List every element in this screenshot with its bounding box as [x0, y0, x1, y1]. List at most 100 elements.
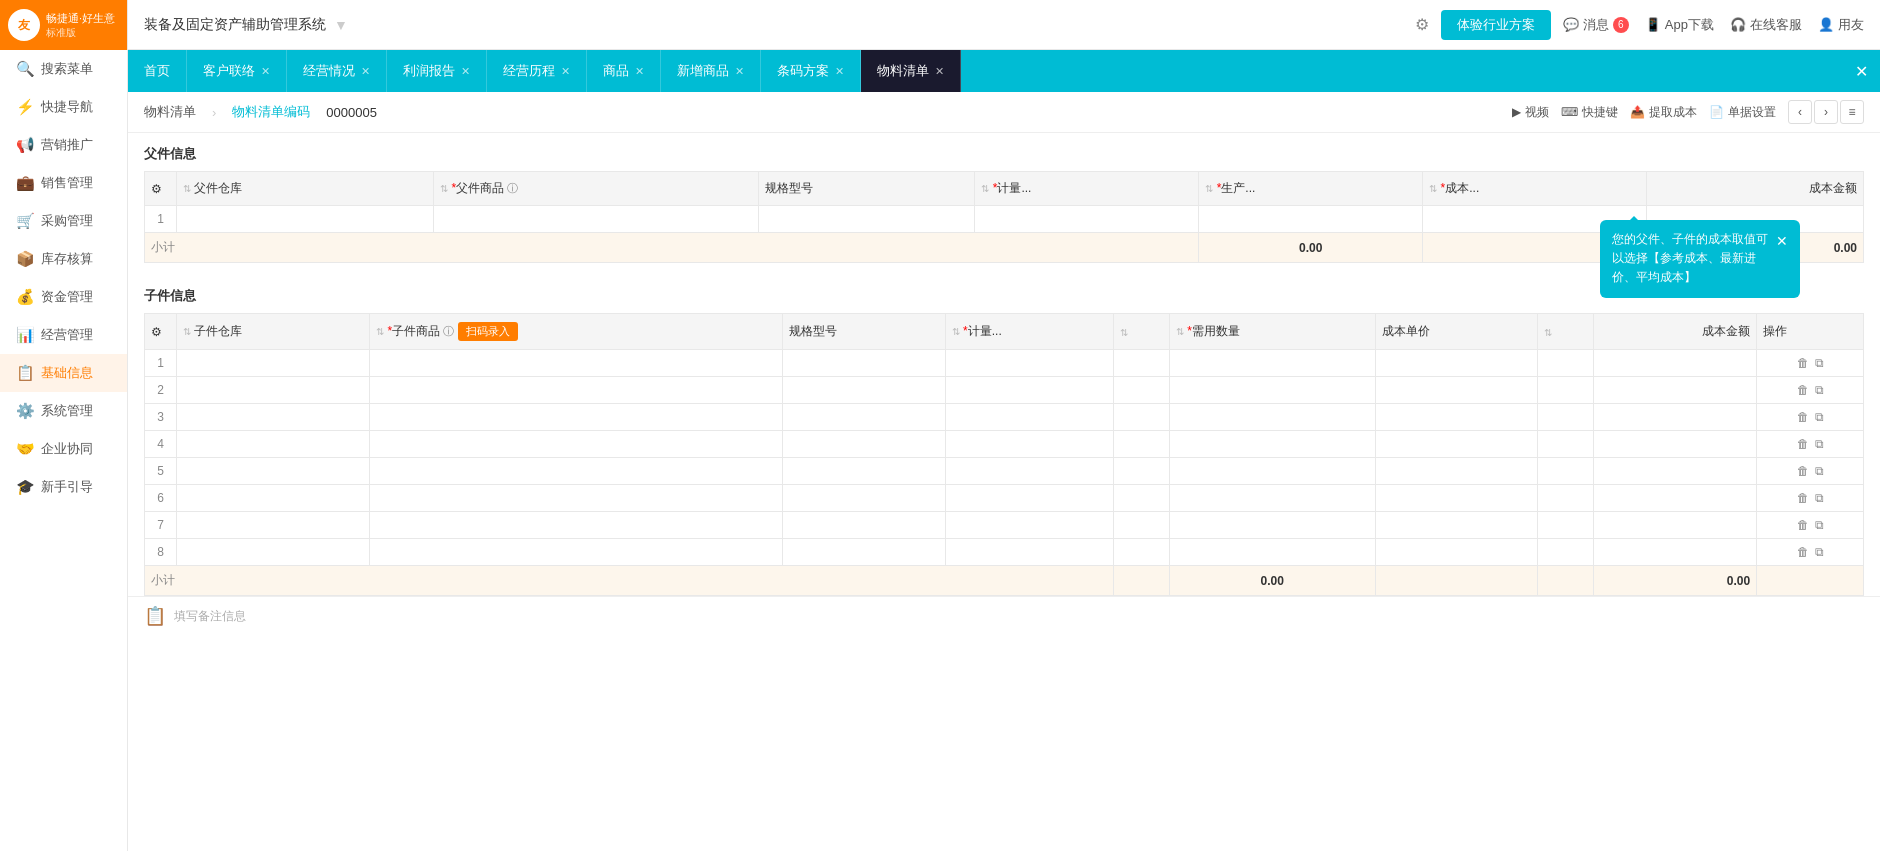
user-btn[interactable]: 👤 用友 [1818, 16, 1864, 34]
child-row-1: 1 🗑 ⧉ [145, 350, 1864, 377]
child-sort2-1[interactable] [1538, 350, 1594, 377]
child-goods-info-icon[interactable]: ⓘ [443, 325, 454, 337]
sidebar-item-inventory[interactable]: 📦 库存核算 [0, 240, 127, 278]
child-col-sort: ⇅ [1113, 314, 1169, 350]
copy-icon-4[interactable]: ⧉ [1815, 437, 1824, 451]
tab-barcode[interactable]: 条码方案 ✕ [761, 50, 861, 92]
sidebar-item-finance[interactable]: 💰 资金管理 [0, 278, 127, 316]
close-bom-tab[interactable]: ✕ [935, 65, 944, 78]
parent-unit-cell[interactable] [975, 206, 1199, 233]
parent-goods-info-icon[interactable]: ⓘ [507, 182, 518, 194]
note-placeholder[interactable]: 填写备注信息 [174, 608, 246, 625]
grid-view-btn[interactable]: ≡ [1840, 100, 1864, 124]
close-customer-tab[interactable]: ✕ [261, 65, 270, 78]
sidebar-item-system[interactable]: ⚙️ 系统管理 [0, 392, 127, 430]
close-profit-tab[interactable]: ✕ [461, 65, 470, 78]
child-col-gear[interactable]: ⚙ [145, 314, 177, 350]
child-warehouse-1[interactable] [177, 350, 370, 377]
view-video-btn[interactable]: ▶ 视频 [1512, 104, 1549, 121]
online-service-btn[interactable]: 🎧 在线客服 [1730, 16, 1802, 34]
close-new-goods-tab[interactable]: ✕ [735, 65, 744, 78]
close-barcode-tab[interactable]: ✕ [835, 65, 844, 78]
sidebar-item-purchase[interactable]: 🛒 采购管理 [0, 202, 127, 240]
breadcrumb-bar: 物料清单 › 物料清单编码 0000005 ▶ 视频 ⌨ 快捷键 📤 提取成本 [128, 92, 1880, 133]
close-goods-tab[interactable]: ✕ [635, 65, 644, 78]
child-spec-1[interactable] [782, 350, 945, 377]
delete-icon-2[interactable]: 🗑 [1797, 383, 1809, 397]
copy-icon-2[interactable]: ⧉ [1815, 383, 1824, 397]
trial-btn[interactable]: 体验行业方案 [1441, 10, 1551, 40]
prev-page-btn[interactable]: ‹ [1788, 100, 1812, 124]
scan-input-btn[interactable]: 扫码录入 [458, 322, 518, 341]
tab-history[interactable]: 经营历程 ✕ [487, 50, 587, 92]
parent-goods-cell[interactable] [434, 206, 759, 233]
copy-icon-8[interactable]: ⧉ [1815, 545, 1824, 559]
message-btn[interactable]: 💬 消息 6 [1563, 16, 1629, 34]
sidebar-item-marketing[interactable]: 📢 营销推广 [0, 126, 127, 164]
child-qty-1[interactable] [1170, 350, 1376, 377]
copy-icon-7[interactable]: ⧉ [1815, 518, 1824, 532]
tab-profit[interactable]: 利润报告 ✕ [387, 50, 487, 92]
parent-col-gear[interactable]: ⚙ [145, 172, 177, 206]
child-row-4: 4 🗑⧉ [145, 431, 1864, 458]
tab-goods[interactable]: 商品 ✕ [587, 50, 661, 92]
child-row-5: 5 🗑⧉ [145, 458, 1864, 485]
close-operation-tab[interactable]: ✕ [361, 65, 370, 78]
nav-tabs: 首页 客户联络 ✕ 经营情况 ✕ 利润报告 ✕ 经营历程 ✕ 商品 ✕ 新增商品… [128, 50, 1880, 92]
child-subtotal-row: 小计 0.00 0.00 [145, 566, 1864, 596]
tab-operation[interactable]: 经营情况 ✕ [287, 50, 387, 92]
child-unit-1[interactable] [945, 350, 1113, 377]
download-icon: 📱 [1645, 17, 1661, 32]
breadcrumb-bom-code-label: 物料清单编码 [232, 103, 310, 121]
close-all-tabs[interactable]: ✕ [1843, 62, 1880, 81]
sidebar-item-quick-nav[interactable]: ⚡ 快捷导航 [0, 88, 127, 126]
parent-prod-cell[interactable] [1199, 206, 1423, 233]
tooltip-close-btn[interactable]: ✕ [1776, 230, 1788, 252]
copy-icon-1[interactable]: ⧉ [1815, 356, 1824, 370]
parent-warehouse-cell[interactable] [177, 206, 434, 233]
child-unitcost-1 [1375, 350, 1538, 377]
shortcut-icon: ⌨ [1561, 105, 1578, 119]
child-goods-1[interactable] [370, 350, 783, 377]
settings-icon[interactable]: ⚙ [1415, 15, 1429, 34]
sidebar-item-guide[interactable]: 🎓 新手引导 [0, 468, 127, 506]
tab-customer[interactable]: 客户联络 ✕ [187, 50, 287, 92]
tab-home[interactable]: 首页 [128, 50, 187, 92]
breadcrumb-bom-list[interactable]: 物料清单 [144, 103, 196, 121]
delete-icon-4[interactable]: 🗑 [1797, 437, 1809, 451]
next-page-btn[interactable]: › [1814, 100, 1838, 124]
shortcut-btn[interactable]: ⌨ 快捷键 [1561, 104, 1618, 121]
parent-spec-cell[interactable] [758, 206, 975, 233]
settings-doc-icon: 📄 [1709, 105, 1724, 119]
delete-icon-6[interactable]: 🗑 [1797, 491, 1809, 505]
app-download-btn[interactable]: 📱 App下载 [1645, 16, 1714, 34]
tab-bom[interactable]: 物料清单 ✕ [861, 50, 961, 92]
child-col-warehouse: ⇅ 子件仓库 [177, 314, 370, 350]
tab-new-goods[interactable]: 新增商品 ✕ [661, 50, 761, 92]
delete-icon-5[interactable]: 🗑 [1797, 464, 1809, 478]
delete-icon-8[interactable]: 🗑 [1797, 545, 1809, 559]
copy-icon-5[interactable]: ⧉ [1815, 464, 1824, 478]
copy-icon-6[interactable]: ⧉ [1815, 491, 1824, 505]
child-row-2: 2 🗑⧉ [145, 377, 1864, 404]
child-row-3: 3 🗑⧉ [145, 404, 1864, 431]
sidebar-item-basic[interactable]: 📋 基础信息 [0, 354, 127, 392]
sidebar-item-operations[interactable]: 📊 经营管理 [0, 316, 127, 354]
parent-col-spec: 规格型号 [758, 172, 975, 206]
sidebar-item-enterprise[interactable]: 🤝 企业协同 [0, 430, 127, 468]
delete-icon-7[interactable]: 🗑 [1797, 518, 1809, 532]
sidebar-item-sales[interactable]: 💼 销售管理 [0, 164, 127, 202]
child-action-1: 🗑 ⧉ [1757, 350, 1864, 377]
child-section: 子件信息 ⚙ ⇅ 子件仓库 ⇅ *子件商品 ⓘ 扫码录入 [128, 275, 1880, 596]
single-settings-btn[interactable]: 📄 单据设置 [1709, 104, 1776, 121]
extract-cost-btn[interactable]: 📤 提取成本 [1630, 104, 1697, 121]
parent-cost-subtotal: 0.00 [1199, 233, 1423, 263]
parent-col-prod: ⇅ *生产... [1199, 172, 1423, 206]
sidebar-item-search[interactable]: 🔍 搜索菜单 [0, 50, 127, 88]
copy-icon-3[interactable]: ⧉ [1815, 410, 1824, 424]
child-sort-1[interactable] [1113, 350, 1169, 377]
close-history-tab[interactable]: ✕ [561, 65, 570, 78]
delete-icon-3[interactable]: 🗑 [1797, 410, 1809, 424]
delete-icon-1[interactable]: 🗑 [1797, 356, 1809, 370]
child-col-spec: 规格型号 [782, 314, 945, 350]
